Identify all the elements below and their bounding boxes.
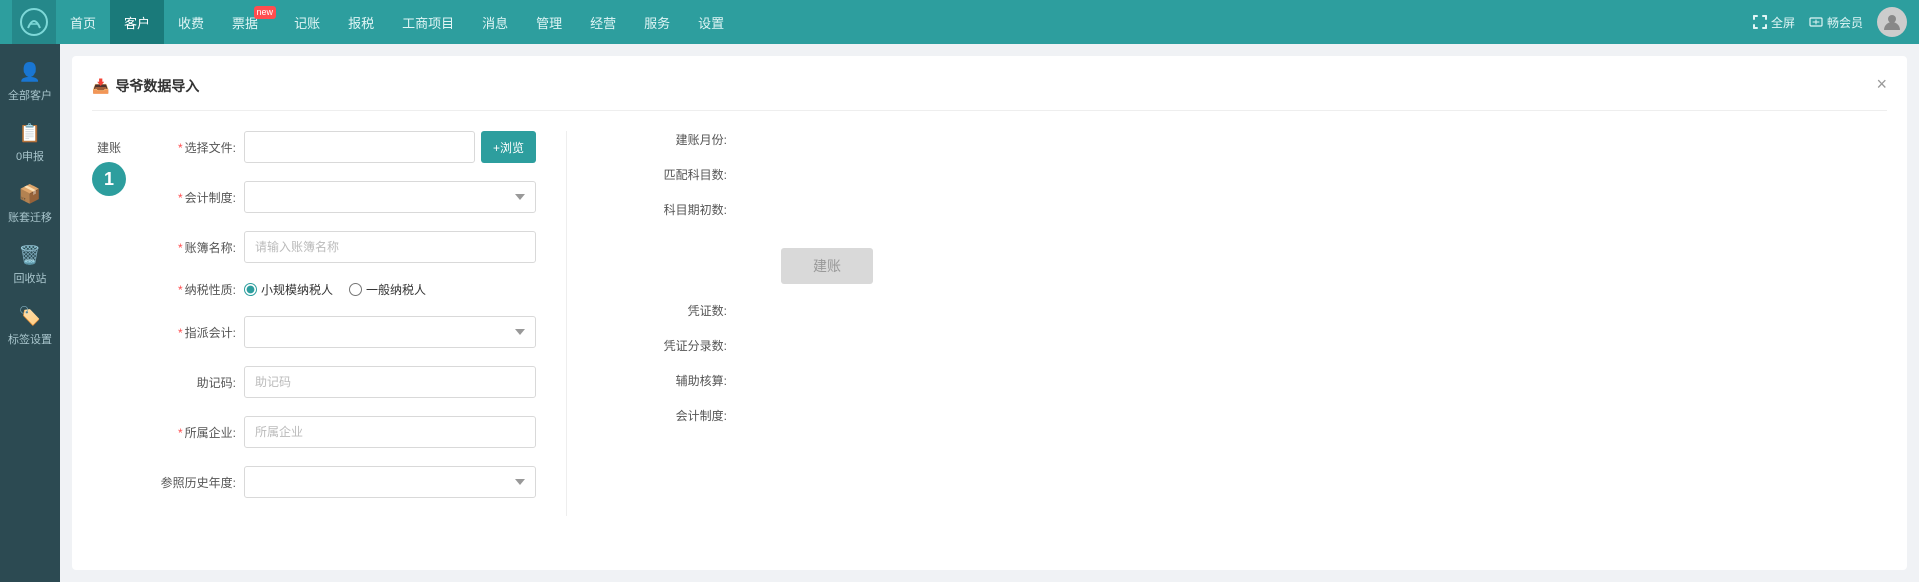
browse-button[interactable]: +浏览 <box>481 131 536 163</box>
nav-item-settings[interactable]: 设置 <box>684 0 738 44</box>
step-label: 建账 <box>97 139 121 156</box>
dialog-title-text: 导爷数据导入 <box>115 76 199 96</box>
recycle-icon: 🗑️ <box>19 245 41 266</box>
sidebar: 👤 全部客户 📋 0申报 📦 账套迁移 🗑️ 回收站 🏷️ 标签设置 <box>0 44 60 582</box>
nav-item-bookkeeping[interactable]: 记账 <box>280 0 334 44</box>
assistant-code-row: 助记码: <box>156 366 536 398</box>
right-accounting-system-label: 会计制度: <box>637 407 727 424</box>
history-year-select[interactable] <box>244 466 536 498</box>
nav-right: 全屏 畅会员 <box>1753 7 1907 37</box>
build-month-row: 建账月份: <box>637 131 1017 148</box>
nav-item-tax[interactable]: 报税 <box>334 0 388 44</box>
file-input[interactable] <box>244 131 475 163</box>
ledger-name-label: *账簿名称: <box>156 239 236 256</box>
sidebar-item-declaration[interactable]: 📋 0申报 <box>0 113 60 174</box>
assign-accountant-select[interactable] <box>244 316 536 348</box>
auxiliary-row: 辅助核算: <box>637 372 1017 389</box>
form-area: 建账 1 *选择文件: +浏览 <box>92 131 1887 516</box>
sidebar-item-tags[interactable]: 🏷️ 标签设置 <box>0 296 60 357</box>
build-month-label: 建账月份: <box>637 131 727 148</box>
assign-accountant-label: *指派会计: <box>156 324 236 341</box>
ledger-name-input[interactable] <box>244 231 536 263</box>
accounting-system-select[interactable] <box>244 181 536 213</box>
match-subjects-label: 匹配科目数: <box>637 166 727 183</box>
sidebar-item-all-customers[interactable]: 👤 全部客户 <box>0 52 60 113</box>
assign-accountant-row: *指派会计: <box>156 316 536 348</box>
nav-item-fee[interactable]: 收费 <box>164 0 218 44</box>
assistant-code-label: 助记码: <box>156 374 236 391</box>
step-section: 建账 1 <box>92 131 126 516</box>
nav-item-manage[interactable]: 管理 <box>522 0 576 44</box>
file-row: *选择文件: +浏览 <box>156 131 536 163</box>
build-button[interactable]: 建账 <box>781 248 873 284</box>
voucher-count-row: 凭证数: <box>637 302 1017 319</box>
match-subjects-row: 匹配科目数: <box>637 166 1017 183</box>
migration-icon: 📦 <box>19 184 41 205</box>
nav-item-messages[interactable]: 消息 <box>468 0 522 44</box>
tax-general-radio[interactable]: 一般纳税人 <box>349 281 426 298</box>
accounting-system-label: *会计制度: <box>156 189 236 206</box>
history-year-label: 参照历史年度: <box>156 474 236 491</box>
tags-icon: 🏷️ <box>19 306 41 327</box>
all-customers-icon: 👤 <box>19 62 41 83</box>
logo <box>12 0 56 44</box>
subject-initial-row: 科目期初数: <box>637 201 1017 218</box>
affiliated-company-label: *所属企业: <box>156 424 236 441</box>
nav-items: 首页 客户 收费 票据 new 记账 报税 工商项目 消息 管理 经营 服务 设… <box>56 0 1753 44</box>
voucher-entries-row: 凭证分录数: <box>637 337 1017 354</box>
accounting-system-row: *会计制度: <box>156 181 536 213</box>
tax-radio-group: 小规模纳税人 一般纳税人 <box>244 281 426 298</box>
sidebar-item-label: 全部客户 <box>8 87 52 103</box>
step-circle: 1 <box>92 162 126 196</box>
nav-item-service[interactable]: 服务 <box>630 0 684 44</box>
right-accounting-system-row: 会计制度: <box>637 407 1017 424</box>
nav-item-business[interactable]: 工商项目 <box>388 0 468 44</box>
sidebar-item-label: 0申报 <box>16 148 44 164</box>
tax-type-label: *纳税性质: <box>156 281 236 298</box>
voucher-entries-label: 凭证分录数: <box>637 337 727 354</box>
form-divider <box>566 131 567 516</box>
member-button[interactable]: 畅会员 <box>1809 14 1863 31</box>
sidebar-item-recycle[interactable]: 🗑️ 回收站 <box>0 235 60 296</box>
history-year-row: 参照历史年度: <box>156 466 536 498</box>
sidebar-item-label: 标签设置 <box>8 331 52 347</box>
nav-item-invoice[interactable]: 票据 new <box>218 0 280 44</box>
layout: 👤 全部客户 📋 0申报 📦 账套迁移 🗑️ 回收站 🏷️ 标签设置 📥 导爷数… <box>0 44 1919 582</box>
affiliated-company-input[interactable] <box>244 416 536 448</box>
close-button[interactable]: × <box>1876 74 1887 95</box>
tax-small-radio[interactable]: 小规模纳税人 <box>244 281 333 298</box>
dialog-title: 📥 导爷数据导入 <box>92 76 1887 111</box>
build-btn-container: 建账 <box>637 248 1017 284</box>
user-avatar[interactable] <box>1877 7 1907 37</box>
tax-type-row: *纳税性质: 小规模纳税人 一般纳税人 <box>156 281 536 298</box>
sidebar-item-label: 账套迁移 <box>8 209 52 225</box>
affiliated-company-row: *所属企业: <box>156 416 536 448</box>
declaration-icon: 📋 <box>19 123 41 144</box>
top-nav: 首页 客户 收费 票据 new 记账 报税 工商项目 消息 管理 经营 服务 设… <box>0 0 1919 44</box>
voucher-count-label: 凭证数: <box>637 302 727 319</box>
sidebar-item-migration[interactable]: 📦 账套迁移 <box>0 174 60 235</box>
nav-item-operations[interactable]: 经营 <box>576 0 630 44</box>
fullscreen-button[interactable]: 全屏 <box>1753 14 1795 31</box>
form-left: *选择文件: +浏览 *会计制度: <box>156 131 536 516</box>
title-icon: 📥 <box>92 78 109 95</box>
main-content: 📥 导爷数据导入 × 建账 1 *选择文件: <box>60 44 1919 582</box>
subject-initial-label: 科目期初数: <box>637 201 727 218</box>
file-input-group: +浏览 <box>244 131 536 163</box>
file-label: *选择文件: <box>156 139 236 156</box>
page-body: 📥 导爷数据导入 × 建账 1 *选择文件: <box>72 56 1907 570</box>
auxiliary-label: 辅助核算: <box>637 372 727 389</box>
sidebar-item-label: 回收站 <box>14 270 47 286</box>
assistant-code-input[interactable] <box>244 366 536 398</box>
nav-item-customer[interactable]: 客户 <box>110 0 164 44</box>
ledger-name-row: *账簿名称: <box>156 231 536 263</box>
nav-item-home[interactable]: 首页 <box>56 0 110 44</box>
form-right: 建账月份: 匹配科目数: 科目期初数: 建账 <box>637 131 1017 516</box>
new-badge: new <box>254 6 277 19</box>
